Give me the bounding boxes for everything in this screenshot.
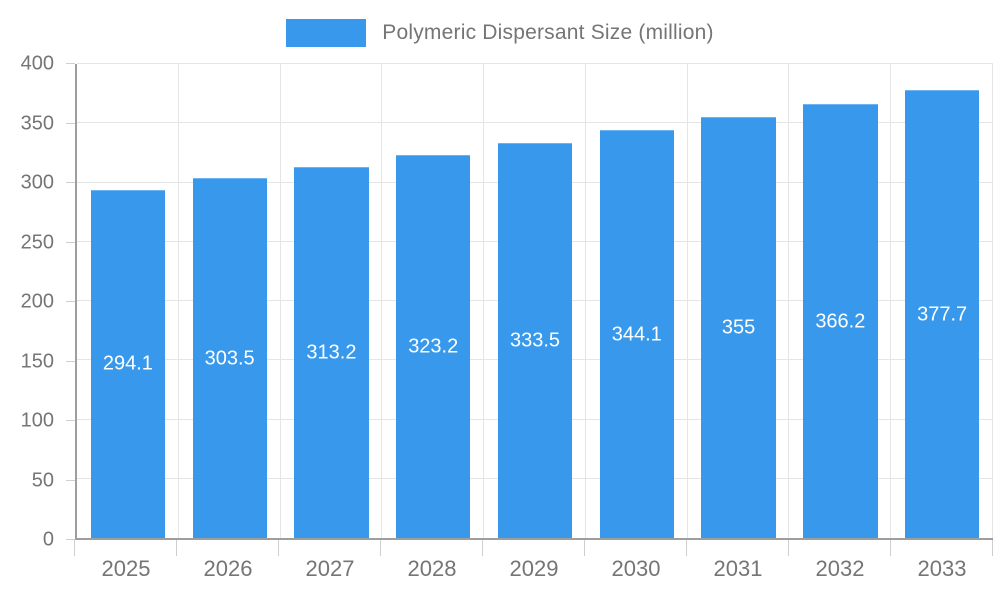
- y-axis-tick: [66, 479, 75, 481]
- y-axis-tick: [66, 301, 75, 302]
- y-axis-tick: [66, 241, 75, 243]
- bar-cell: 344.1: [586, 64, 688, 538]
- y-axis-label: 100: [20, 409, 54, 432]
- bar[interactable]: 294.1: [90, 189, 166, 538]
- y-axis-label: 300: [20, 171, 54, 194]
- x-axis-label: 2031: [713, 556, 763, 581]
- y-axis-tick: [66, 182, 75, 183]
- legend-swatch-icon: [286, 19, 367, 47]
- bar-value-label: 313.2: [306, 341, 357, 364]
- y-axis-tick: [66, 122, 75, 124]
- x-axis-label: 2026: [203, 556, 253, 581]
- bar-value-label: 294.1: [102, 352, 153, 375]
- y-axis-tick: [66, 63, 75, 64]
- y-axis-label: 0: [42, 528, 54, 551]
- x-axis-label: 2028: [407, 556, 457, 581]
- x-axis-tick: [74, 540, 75, 556]
- bar-cell: 333.5: [484, 64, 586, 538]
- bar-value-label: 323.2: [408, 335, 459, 358]
- y-axis-label: 150: [20, 350, 54, 372]
- y-axis-tick: [66, 420, 75, 421]
- x-axis-tick: [379, 540, 381, 556]
- x-axis-tick: [277, 540, 279, 556]
- bar[interactable]: 323.2: [396, 155, 471, 538]
- bar[interactable]: 355: [701, 117, 776, 538]
- y-axis: 0 50 100 150 200 250 300 350 400: [0, 53, 75, 551]
- y-axis-label: 50: [31, 469, 54, 491]
- bar-chart: Polymeric Dispersant Size (million) 0 50 1…: [0, 0, 1000, 600]
- x-axis-tick: [481, 540, 483, 556]
- bar-value-label: 366.2: [815, 310, 866, 333]
- bar[interactable]: 313.2: [294, 166, 369, 538]
- x-axis-tick: [685, 540, 687, 556]
- y-axis-label: 350: [20, 112, 54, 134]
- bar[interactable]: 333.5: [497, 142, 573, 538]
- x-axis-tick: [992, 540, 993, 556]
- bar-value-label: 303.5: [204, 347, 255, 370]
- bar-cell: 355: [688, 64, 790, 538]
- bar-cell: 377.7: [891, 64, 993, 538]
- x-axis-label: 2033: [917, 556, 967, 581]
- bar[interactable]: 366.2: [803, 104, 878, 538]
- x-axis-tick: [175, 540, 177, 556]
- legend-label: Polymeric Dispersant Size (million): [382, 21, 714, 44]
- bar-cell: 323.2: [382, 64, 484, 538]
- bar[interactable]: 303.5: [192, 178, 267, 538]
- x-axis-tick: [788, 540, 789, 556]
- y-axis-label: 200: [20, 290, 54, 313]
- bar-value-label: 377.7: [917, 303, 968, 326]
- bar-cell: 313.2: [281, 64, 383, 538]
- y-axis-tick: [66, 360, 75, 362]
- x-axis-label: 2029: [509, 556, 559, 581]
- bar-cell: 294.1: [77, 64, 179, 538]
- bar[interactable]: 344.1: [599, 130, 674, 538]
- y-axis-label: 250: [20, 231, 54, 253]
- bar-cell: 366.2: [789, 64, 891, 538]
- bar-series: 294.1 303.5 313.2 323.2 333.5 344.1 355 366.2 37…: [77, 64, 993, 538]
- x-axis-label: 2030: [611, 556, 661, 581]
- x-axis-label: 2025: [101, 556, 151, 581]
- plot-area: 294.1 303.5 313.2 323.2 333.5 344.1 355 366.2 37…: [75, 63, 993, 540]
- bar-value-label: 344.1: [611, 323, 662, 346]
- legend: Polymeric Dispersant Size (million): [0, 16, 1000, 50]
- x-axis-labels: 2025 2026 2027 2028 2029 2030 2031 2032 2033: [75, 556, 993, 590]
- bar-value-label: 333.5: [509, 329, 561, 352]
- x-axis-label: 2032: [815, 556, 865, 581]
- x-axis-tick: [584, 540, 585, 556]
- bar-value-label: 355: [721, 316, 756, 339]
- y-axis-label: 400: [20, 52, 54, 75]
- x-axis-label: 2027: [305, 556, 355, 581]
- bar[interactable]: 377.7: [904, 90, 980, 538]
- x-axis-tick: [889, 540, 891, 556]
- legend-item[interactable]: Polymeric Dispersant Size (million): [286, 19, 714, 47]
- bar-cell: 303.5: [179, 64, 281, 538]
